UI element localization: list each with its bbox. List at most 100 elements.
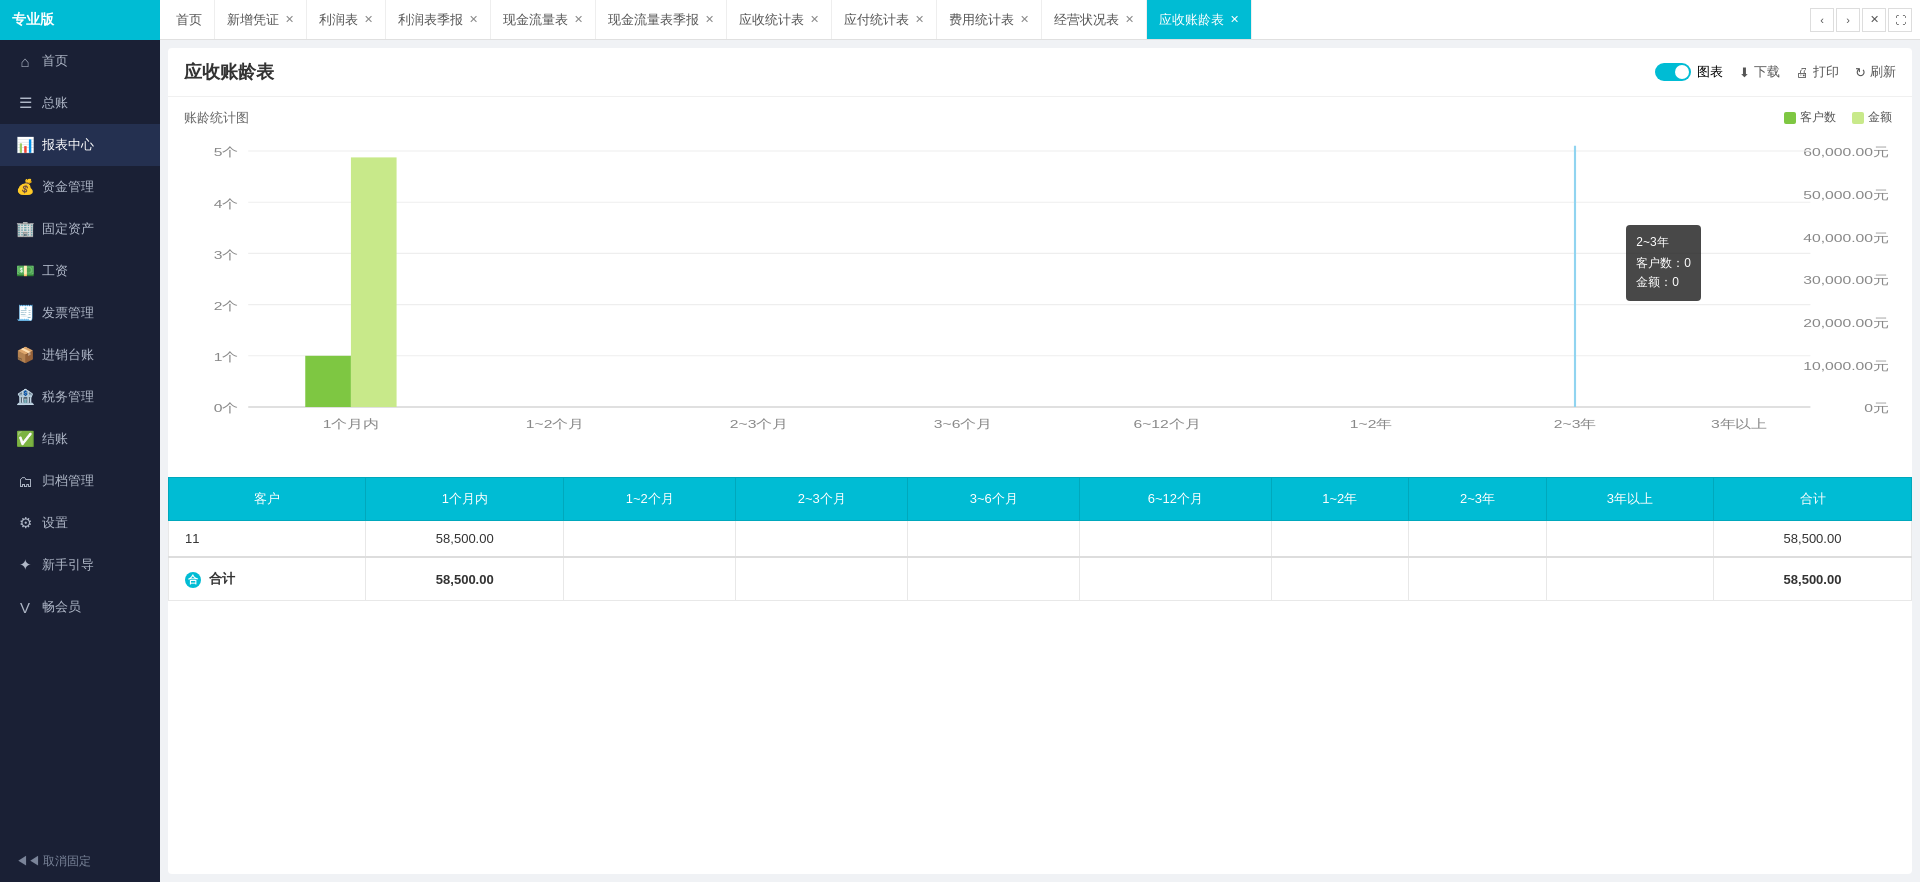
legend-customers-dot: [1784, 112, 1796, 124]
tab-aging[interactable]: 应收账龄表 ✕: [1147, 0, 1252, 40]
tab-profit-quarterly[interactable]: 利润表季报 ✕: [386, 0, 491, 40]
svg-text:1个: 1个: [214, 350, 239, 364]
chart-toggle[interactable]: 图表: [1655, 63, 1723, 81]
tab-prev-btn[interactable]: ‹: [1810, 8, 1834, 32]
cell-m36-0: [908, 521, 1080, 558]
col-y3plus: 3年以上: [1546, 478, 1713, 521]
tab-bar: 首页 新增凭证 ✕ 利润表 ✕ 利润表季报 ✕ 现金流量表 ✕ 现金流量表季报 …: [160, 0, 1920, 40]
sidebar-item-asset[interactable]: 🏢 固定资产: [0, 208, 160, 250]
toggle-track[interactable]: [1655, 63, 1691, 81]
archive-icon: 🗂: [16, 473, 34, 490]
sidebar-item-fund[interactable]: 💰 资金管理: [0, 166, 160, 208]
sidebar-collapse-btn[interactable]: ◀◀ 取消固定: [0, 841, 160, 882]
svg-text:30,000.00元: 30,000.00元: [1803, 273, 1889, 287]
sidebar-item-invoice[interactable]: 🧾 发票管理: [0, 292, 160, 334]
settle-icon: ✅: [16, 430, 34, 448]
footer-m36: [908, 557, 1080, 601]
home-icon: ⌂: [16, 53, 34, 70]
sidebar-item-salary[interactable]: 💵 工资: [0, 250, 160, 292]
tab-close-expense-stat[interactable]: ✕: [1020, 13, 1029, 26]
tab-close-business[interactable]: ✕: [1125, 13, 1134, 26]
tab-home[interactable]: 首页: [164, 0, 215, 40]
tab-cashflow-quarterly[interactable]: 现金流量表季报 ✕: [596, 0, 727, 40]
svg-text:2~3年: 2~3年: [1554, 417, 1596, 431]
tab-close-cashflow-quarterly[interactable]: ✕: [705, 13, 714, 26]
page-area: 应收账龄表 图表 ⬇ 下载 🖨 打印 ↻ 刷新: [168, 48, 1912, 874]
legend-amount: 金额: [1852, 109, 1892, 126]
print-btn[interactable]: 🖨 打印: [1796, 63, 1839, 81]
toggle-thumb: [1675, 65, 1689, 79]
salary-icon: 💵: [16, 262, 34, 280]
sidebar-item-ledger[interactable]: ☰ 总账: [0, 82, 160, 124]
sidebar: 专业版 ⌂ 首页 ☰ 总账 📊 报表中心 💰 资金管理 🏢 固定资产 💵 工资 …: [0, 0, 160, 882]
tab-next-btn[interactable]: ›: [1836, 8, 1860, 32]
tab-fullscreen-btn[interactable]: ⛶: [1888, 8, 1912, 32]
page-title: 应收账龄表: [184, 60, 1655, 84]
vip-icon: V: [16, 599, 34, 616]
sidebar-item-archive[interactable]: 🗂 归档管理: [0, 460, 160, 502]
chart-container: 5个 4个 3个 2个 1个 0个 60,000.00元 50,000.00元 …: [184, 135, 1896, 455]
sidebar-item-settle[interactable]: ✅ 结账: [0, 418, 160, 460]
sidebar-item-tax[interactable]: 🏦 税务管理: [0, 376, 160, 418]
cell-total-0: 58,500.00: [1714, 521, 1912, 558]
col-total: 合计: [1714, 478, 1912, 521]
footer-m23: [736, 557, 908, 601]
print-icon: 🖨: [1796, 65, 1809, 80]
asset-icon: 🏢: [16, 220, 34, 238]
tab-close-cashflow[interactable]: ✕: [574, 13, 583, 26]
sidebar-item-home[interactable]: ⌂ 首页: [0, 40, 160, 82]
sidebar-item-guide[interactable]: ✦ 新手引导: [0, 544, 160, 586]
col-m1: 1个月内: [366, 478, 564, 521]
bar-customers-0[interactable]: [305, 356, 351, 407]
cell-y3plus-0: [1546, 521, 1713, 558]
footer-y3plus: [1546, 557, 1713, 601]
tab-close-all-btn[interactable]: ✕: [1862, 8, 1886, 32]
sidebar-item-settings[interactable]: ⚙ 设置: [0, 502, 160, 544]
col-customer: 客户: [169, 478, 366, 521]
tab-close-receivable-stat[interactable]: ✕: [810, 13, 819, 26]
footer-label: 合 合计: [169, 557, 366, 601]
main-area: 首页 新增凭证 ✕ 利润表 ✕ 利润表季报 ✕ 现金流量表 ✕ 现金流量表季报 …: [160, 0, 1920, 882]
report-icon: 📊: [16, 136, 34, 154]
bar-amount-0[interactable]: [351, 157, 397, 407]
cell-m12-0: [564, 521, 736, 558]
fund-icon: 💰: [16, 178, 34, 196]
refresh-btn[interactable]: ↻ 刷新: [1855, 63, 1896, 81]
tab-expense-stat[interactable]: 费用统计表 ✕: [937, 0, 1042, 40]
tab-voucher[interactable]: 新增凭证 ✕: [215, 0, 307, 40]
col-m612: 6~12个月: [1080, 478, 1271, 521]
tab-close-payable-stat[interactable]: ✕: [915, 13, 924, 26]
tab-close-aging[interactable]: ✕: [1230, 13, 1239, 26]
tab-cashflow[interactable]: 现金流量表 ✕: [491, 0, 596, 40]
table-row: 11 58,500.00 58,500.00: [169, 521, 1912, 558]
svg-text:10,000.00元: 10,000.00元: [1803, 359, 1889, 373]
table-header-row: 客户 1个月内 1~2个月 2~3个月 3~6个月 6~12个月 1~2年 2~…: [169, 478, 1912, 521]
svg-text:2个: 2个: [214, 299, 239, 313]
tab-close-profit-quarterly[interactable]: ✕: [469, 13, 478, 26]
sidebar-item-vip[interactable]: V 畅会员: [0, 586, 160, 628]
tab-nav-buttons: ‹ › ✕ ⛶: [1806, 8, 1916, 32]
tab-receivable-stat[interactable]: 应收统计表 ✕: [727, 0, 832, 40]
sidebar-item-report[interactable]: 📊 报表中心: [0, 124, 160, 166]
col-m23: 2~3个月: [736, 478, 908, 521]
svg-text:0个: 0个: [214, 401, 239, 415]
svg-text:0元: 0元: [1864, 401, 1889, 415]
ledger-icon: ☰: [16, 94, 34, 112]
tab-payable-stat[interactable]: 应付统计表 ✕: [832, 0, 937, 40]
cell-y12-0: [1271, 521, 1409, 558]
refresh-icon: ↻: [1855, 65, 1866, 80]
tab-business[interactable]: 经营状况表 ✕: [1042, 0, 1147, 40]
download-icon: ⬇: [1739, 65, 1750, 80]
chart-title: 账龄统计图: [184, 109, 1896, 127]
download-btn[interactable]: ⬇ 下载: [1739, 63, 1780, 81]
tab-close-profit[interactable]: ✕: [364, 13, 373, 26]
tab-close-voucher[interactable]: ✕: [285, 13, 294, 26]
legend-customers: 客户数: [1784, 109, 1836, 126]
table-footer-row: 合 合计 58,500.00 58,500.00: [169, 557, 1912, 601]
toggle-label: 图表: [1697, 63, 1723, 81]
page-header: 应收账龄表 图表 ⬇ 下载 🖨 打印 ↻ 刷新: [168, 48, 1912, 97]
sidebar-item-stock[interactable]: 📦 进销台账: [0, 334, 160, 376]
col-y12: 1~2年: [1271, 478, 1409, 521]
tab-profit[interactable]: 利润表 ✕: [307, 0, 386, 40]
total-icon: 合: [185, 572, 201, 588]
